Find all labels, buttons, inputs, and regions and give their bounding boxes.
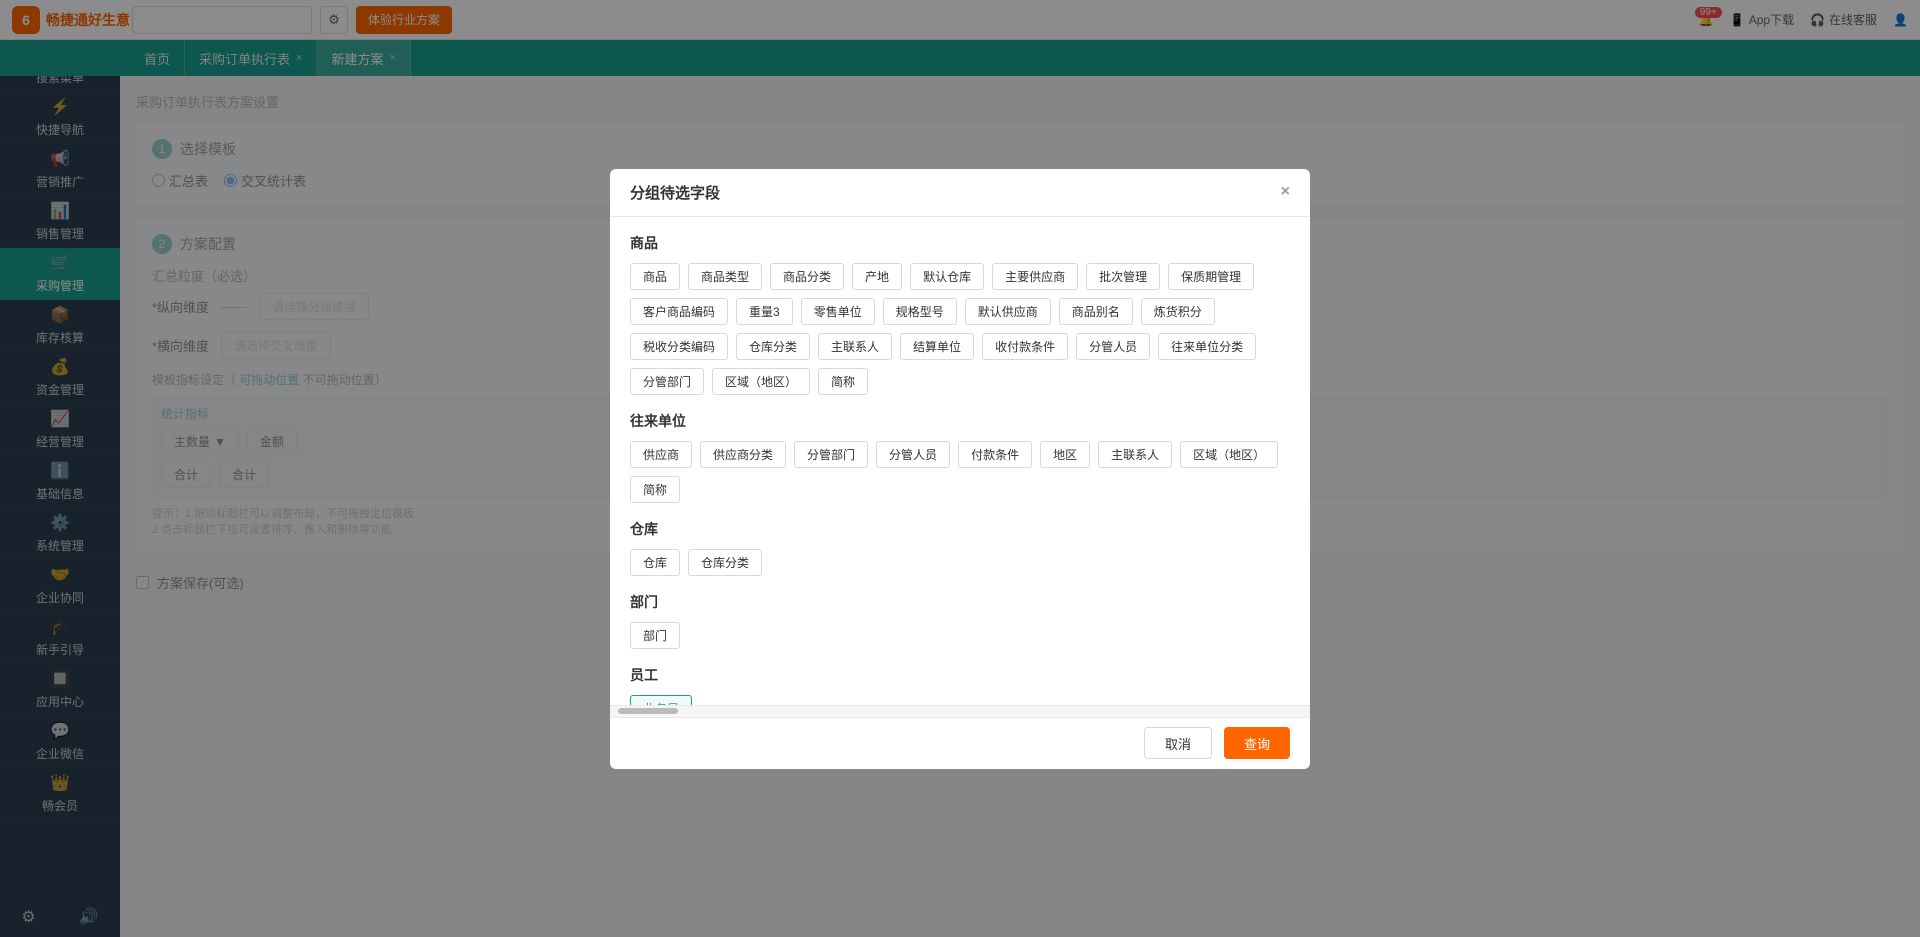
field-tag-partner-分管部门[interactable]: 分管部门	[794, 441, 868, 468]
field-tag-goods-客户商品编码[interactable]: 客户商品编码	[630, 298, 728, 325]
field-tag-goods-主要供应商[interactable]: 主要供应商	[992, 263, 1078, 290]
field-tag-partner-地区[interactable]: 地区	[1040, 441, 1090, 468]
field-tag-partner-供应商分类[interactable]: 供应商分类	[700, 441, 786, 468]
field-tags-partner: 供应商 供应商分类 分管部门 分管人员 付款条件 地区 主联系人 区域（地区） …	[630, 441, 1290, 503]
field-tag-partner-供应商[interactable]: 供应商	[630, 441, 692, 468]
modal-cancel-button[interactable]: 取消	[1144, 727, 1212, 759]
modal-horizontal-scrollbar[interactable]	[610, 705, 1310, 717]
field-tag-goods-批次管理[interactable]: 批次管理	[1086, 263, 1160, 290]
field-tags-goods: 商品 商品类型 商品分类 产地 默认仓库 主要供应商 批次管理 保质期管理 客户…	[630, 263, 1290, 395]
field-tag-department-部门[interactable]: 部门	[630, 622, 680, 649]
field-tag-goods-往来单位分类[interactable]: 往来单位分类	[1158, 333, 1256, 360]
modal-close-button[interactable]: ×	[1281, 183, 1290, 201]
section-title-warehouse: 仓库	[630, 519, 1290, 539]
field-tag-goods-简称[interactable]: 简称	[818, 368, 868, 395]
section-title-employee: 员工	[630, 665, 1290, 685]
field-tag-goods-规格型号[interactable]: 规格型号	[883, 298, 957, 325]
field-tag-goods-商品[interactable]: 商品	[630, 263, 680, 290]
field-tag-goods-商品别名[interactable]: 商品别名	[1059, 298, 1133, 325]
field-tag-warehouse-仓库分类[interactable]: 仓库分类	[688, 549, 762, 576]
field-tag-goods-产地[interactable]: 产地	[852, 263, 902, 290]
field-tag-goods-分管部门[interactable]: 分管部门	[630, 368, 704, 395]
field-tag-goods-零售单位[interactable]: 零售单位	[801, 298, 875, 325]
field-tag-partner-主联系人[interactable]: 主联系人	[1098, 441, 1172, 468]
modal-header: 分组待选字段 ×	[610, 169, 1310, 217]
section-title-goods: 商品	[630, 233, 1290, 253]
modal-confirm-button[interactable]: 查询	[1224, 727, 1290, 759]
field-tag-employee-业务员[interactable]: 业务员	[630, 695, 692, 705]
field-tag-goods-结算单位[interactable]: 结算单位	[900, 333, 974, 360]
field-tag-warehouse-仓库[interactable]: 仓库	[630, 549, 680, 576]
modal-body[interactable]: 商品 商品 商品类型 商品分类 产地 默认仓库 主要供应商 批次管理 保质期管理…	[610, 217, 1310, 705]
field-tags-department: 部门	[630, 622, 1290, 649]
modal-overlay: 分组待选字段 × 商品 商品 商品类型 商品分类 产地 默认仓库 主要供应商 批…	[0, 0, 1920, 937]
field-tag-goods-仓库分类[interactable]: 仓库分类	[736, 333, 810, 360]
field-tag-goods-分管人员[interactable]: 分管人员	[1076, 333, 1150, 360]
field-tag-goods-保质期管理[interactable]: 保质期管理	[1168, 263, 1254, 290]
field-tag-partner-简称[interactable]: 简称	[630, 476, 680, 503]
field-tags-employee: 业务员	[630, 695, 1290, 705]
field-tag-partner-区域地区[interactable]: 区域（地区）	[1180, 441, 1278, 468]
field-tag-goods-默认供应商[interactable]: 默认供应商	[965, 298, 1051, 325]
field-tag-partner-付款条件[interactable]: 付款条件	[958, 441, 1032, 468]
field-tag-goods-税收分类编码[interactable]: 税收分类编码	[630, 333, 728, 360]
modal-footer: 取消 查询	[610, 717, 1310, 769]
field-tag-goods-重量3[interactable]: 重量3	[736, 298, 793, 325]
section-title-department: 部门	[630, 592, 1290, 612]
section-title-partner: 往来单位	[630, 411, 1290, 431]
modal-title: 分组待选字段	[630, 182, 720, 203]
field-tag-goods-商品类型[interactable]: 商品类型	[688, 263, 762, 290]
field-tag-goods-商品分类[interactable]: 商品分类	[770, 263, 844, 290]
field-tag-partner-分管人员[interactable]: 分管人员	[876, 441, 950, 468]
field-tag-goods-炼货积分[interactable]: 炼货积分	[1141, 298, 1215, 325]
field-select-modal: 分组待选字段 × 商品 商品 商品类型 商品分类 产地 默认仓库 主要供应商 批…	[610, 169, 1310, 769]
field-tag-goods-收付款条件[interactable]: 收付款条件	[982, 333, 1068, 360]
field-tags-warehouse: 仓库 仓库分类	[630, 549, 1290, 576]
field-tag-goods-默认仓库[interactable]: 默认仓库	[910, 263, 984, 290]
field-tag-goods-区域地区[interactable]: 区域（地区）	[712, 368, 810, 395]
field-tag-goods-主联系人[interactable]: 主联系人	[818, 333, 892, 360]
